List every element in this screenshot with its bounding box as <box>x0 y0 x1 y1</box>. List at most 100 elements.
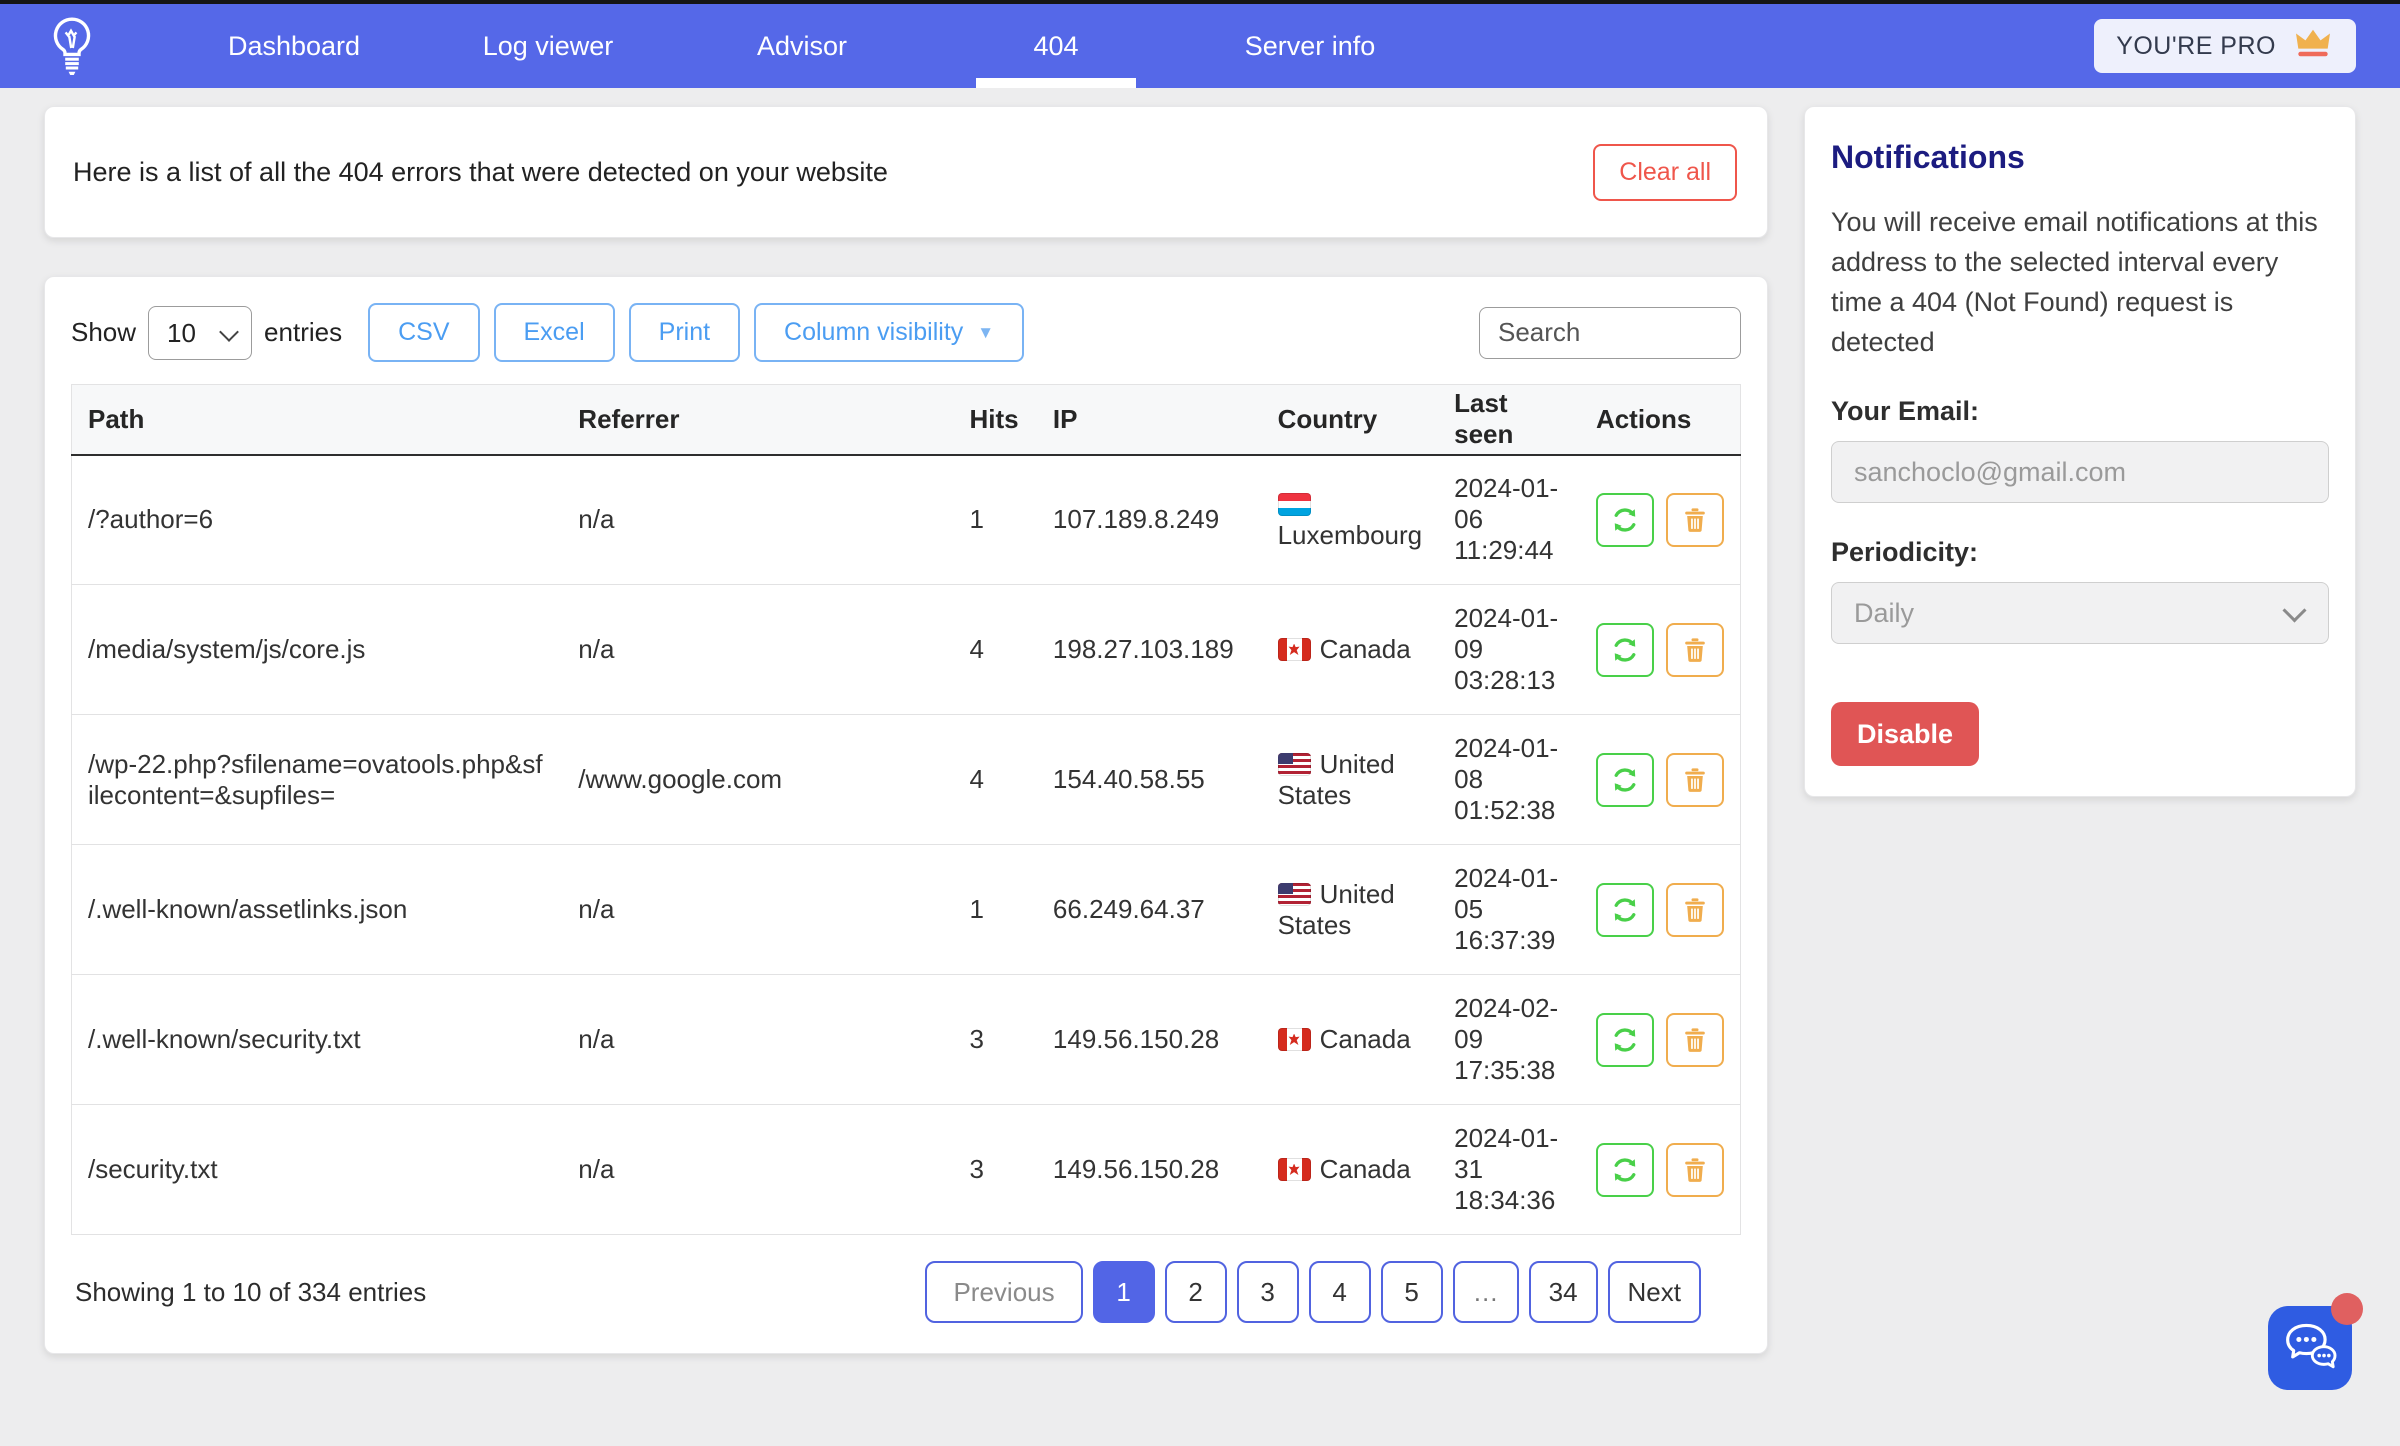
cell-hits: 4 <box>953 584 1037 715</box>
cell-country: Luxembourg <box>1261 454 1439 585</box>
periodicity-select[interactable]: Daily <box>1831 582 2329 644</box>
cell-referrer: n/a <box>562 454 954 585</box>
pagination: Previous 1 2 3 4 5… 34 Next <box>925 1261 1701 1323</box>
retest-button[interactable] <box>1595 1012 1654 1067</box>
table-row: /media/system/js/core.js n/a 4 198.27.10… <box>71 584 1741 715</box>
cell-ip: 154.40.58.55 <box>1036 714 1262 845</box>
table-row: /security.txt n/a 3 149.56.150.28 Canada… <box>71 1104 1741 1235</box>
chevron-down-icon: ▼ <box>977 322 995 342</box>
excel-export-button[interactable]: Excel <box>493 303 615 362</box>
cell-last-seen: 2024-01-06 11:29:44 <box>1438 454 1580 585</box>
email-label: Your Email: <box>1831 396 1980 426</box>
table-footer: Showing 1 to 10 of 334 entries Previous 1… <box>71 1235 1741 1353</box>
lightbulb-logo-icon[interactable] <box>48 13 96 79</box>
tab-dashboard[interactable]: Dashboard <box>214 4 374 88</box>
cell-country: Canada <box>1261 584 1439 715</box>
pagination-page-5[interactable]: 5 <box>1380 1261 1443 1323</box>
tab-404[interactable]: 404 <box>976 4 1136 88</box>
tab-advisor[interactable]: Advisor <box>722 4 882 88</box>
pagination-page-34[interactable]: 34 <box>1528 1261 1598 1323</box>
column-visibility-button[interactable]: Column visibility ▼ <box>754 303 1025 362</box>
cell-last-seen: 2024-01-09 03:28:13 <box>1438 584 1580 715</box>
column-header-last-seen[interactable]: Last seen <box>1438 384 1580 456</box>
cell-last-seen: 2024-01-05 16:37:39 <box>1438 844 1580 975</box>
periodicity-label: Periodicity: <box>1831 537 1979 567</box>
chat-bubbles-icon <box>2281 1319 2339 1378</box>
page-size-select[interactable]: 10 <box>148 305 253 360</box>
column-header-actions[interactable]: Actions <box>1579 384 1741 456</box>
intro-text: Here is a list of all the 404 errors tha… <box>73 156 888 187</box>
export-buttons: CSV Excel Print Column visibility ▼ <box>368 303 1025 362</box>
column-header-ip[interactable]: IP <box>1036 384 1262 456</box>
cell-country: United States <box>1261 714 1439 845</box>
column-header-country[interactable]: Country <box>1261 384 1439 456</box>
cell-referrer: /www.google.com <box>562 714 954 845</box>
tab-log-viewer[interactable]: Log viewer <box>468 4 628 88</box>
cell-ip: 149.56.150.28 <box>1036 1104 1262 1235</box>
entries-label: entries <box>264 317 343 347</box>
table-header: Path Referrer Hits IP Country Last seen Action… <box>71 384 1741 456</box>
delete-button[interactable] <box>1665 622 1724 677</box>
delete-button[interactable] <box>1665 752 1724 807</box>
table-header-row: Path Referrer Hits IP Country Last seen Action… <box>71 384 1741 456</box>
cell-referrer: n/a <box>562 844 954 975</box>
pagination-next[interactable]: Next <box>1607 1261 1701 1323</box>
cell-ip: 107.189.8.249 <box>1036 454 1262 585</box>
table-body: /?author=6 n/a 1 107.189.8.249 Luxembour… <box>71 454 1741 1235</box>
cell-referrer: n/a <box>562 974 954 1105</box>
csv-export-button[interactable]: CSV <box>368 303 480 362</box>
pagination-page-2[interactable]: 2 <box>1164 1261 1227 1323</box>
column-header-path[interactable]: Path <box>71 384 563 456</box>
retest-button[interactable] <box>1595 1142 1654 1197</box>
country-flag-icon <box>1277 1158 1311 1181</box>
delete-button[interactable] <box>1665 492 1724 547</box>
cell-path: /?author=6 <box>71 454 563 585</box>
search-input[interactable] <box>1479 306 1741 359</box>
pagination-page-4[interactable]: 4 <box>1308 1261 1371 1323</box>
cell-actions <box>1579 974 1741 1105</box>
cell-actions <box>1579 1104 1741 1235</box>
crown-icon <box>2292 25 2334 68</box>
errors-table-card: Show 10 entries CSV Excel Print Column visi… <box>44 276 1768 1354</box>
cell-last-seen: 2024-01-31 18:34:36 <box>1438 1104 1580 1235</box>
cell-country: Canada <box>1261 974 1439 1105</box>
cell-actions <box>1579 844 1741 975</box>
tab-server-info[interactable]: Server info <box>1230 4 1390 88</box>
pagination-previous[interactable]: Previous <box>925 1261 1083 1323</box>
delete-button[interactable] <box>1665 882 1724 937</box>
nav-tabs: Dashboard Log viewer Advisor 404 Server info <box>214 4 1484 88</box>
delete-button[interactable] <box>1665 1142 1724 1197</box>
cell-path: /.well-known/assetlinks.json <box>71 844 563 975</box>
retest-button[interactable] <box>1595 882 1654 937</box>
table-controls: Show 10 entries CSV Excel Print Column visi… <box>71 303 1741 362</box>
cell-path: /security.txt <box>71 1104 563 1235</box>
cell-referrer: n/a <box>562 1104 954 1235</box>
pagination-ellipsis[interactable]: … <box>1452 1261 1519 1323</box>
print-export-button[interactable]: Print <box>628 303 741 362</box>
chat-widget-button[interactable] <box>2268 1293 2363 1390</box>
delete-button[interactable] <box>1665 1012 1724 1067</box>
retest-button[interactable] <box>1595 492 1654 547</box>
disable-button[interactable]: Disable <box>1831 702 1979 766</box>
notifications-panel: Notifications You will receive email not… <box>1804 106 2356 797</box>
country-flag-icon <box>1277 638 1311 661</box>
clear-all-button[interactable]: Clear all <box>1593 143 1737 201</box>
country-flag-icon <box>1277 1028 1311 1051</box>
pro-badge[interactable]: YOU'RE PRO <box>2094 19 2356 73</box>
cell-hits: 3 <box>953 1104 1037 1235</box>
retest-button[interactable] <box>1595 752 1654 807</box>
pagination-page-3[interactable]: 3 <box>1236 1261 1299 1323</box>
table-row: /?author=6 n/a 1 107.189.8.249 Luxembour… <box>71 454 1741 585</box>
pagination-page-1[interactable]: 1 <box>1092 1261 1155 1323</box>
cell-hits: 3 <box>953 974 1037 1105</box>
retest-button[interactable] <box>1595 622 1654 677</box>
column-header-hits[interactable]: Hits <box>953 384 1037 456</box>
cell-path: /media/system/js/core.js <box>71 584 563 715</box>
cell-actions <box>1579 584 1741 715</box>
show-label: Show <box>71 317 137 347</box>
cell-ip: 198.27.103.189 <box>1036 584 1262 715</box>
cell-path: /.well-known/security.txt <box>71 974 563 1105</box>
column-header-referrer[interactable]: Referrer <box>562 384 954 456</box>
cell-path: /wp-22.php?sfilename=ovatools.php&sfilec… <box>71 714 563 845</box>
email-field[interactable] <box>1831 441 2329 503</box>
